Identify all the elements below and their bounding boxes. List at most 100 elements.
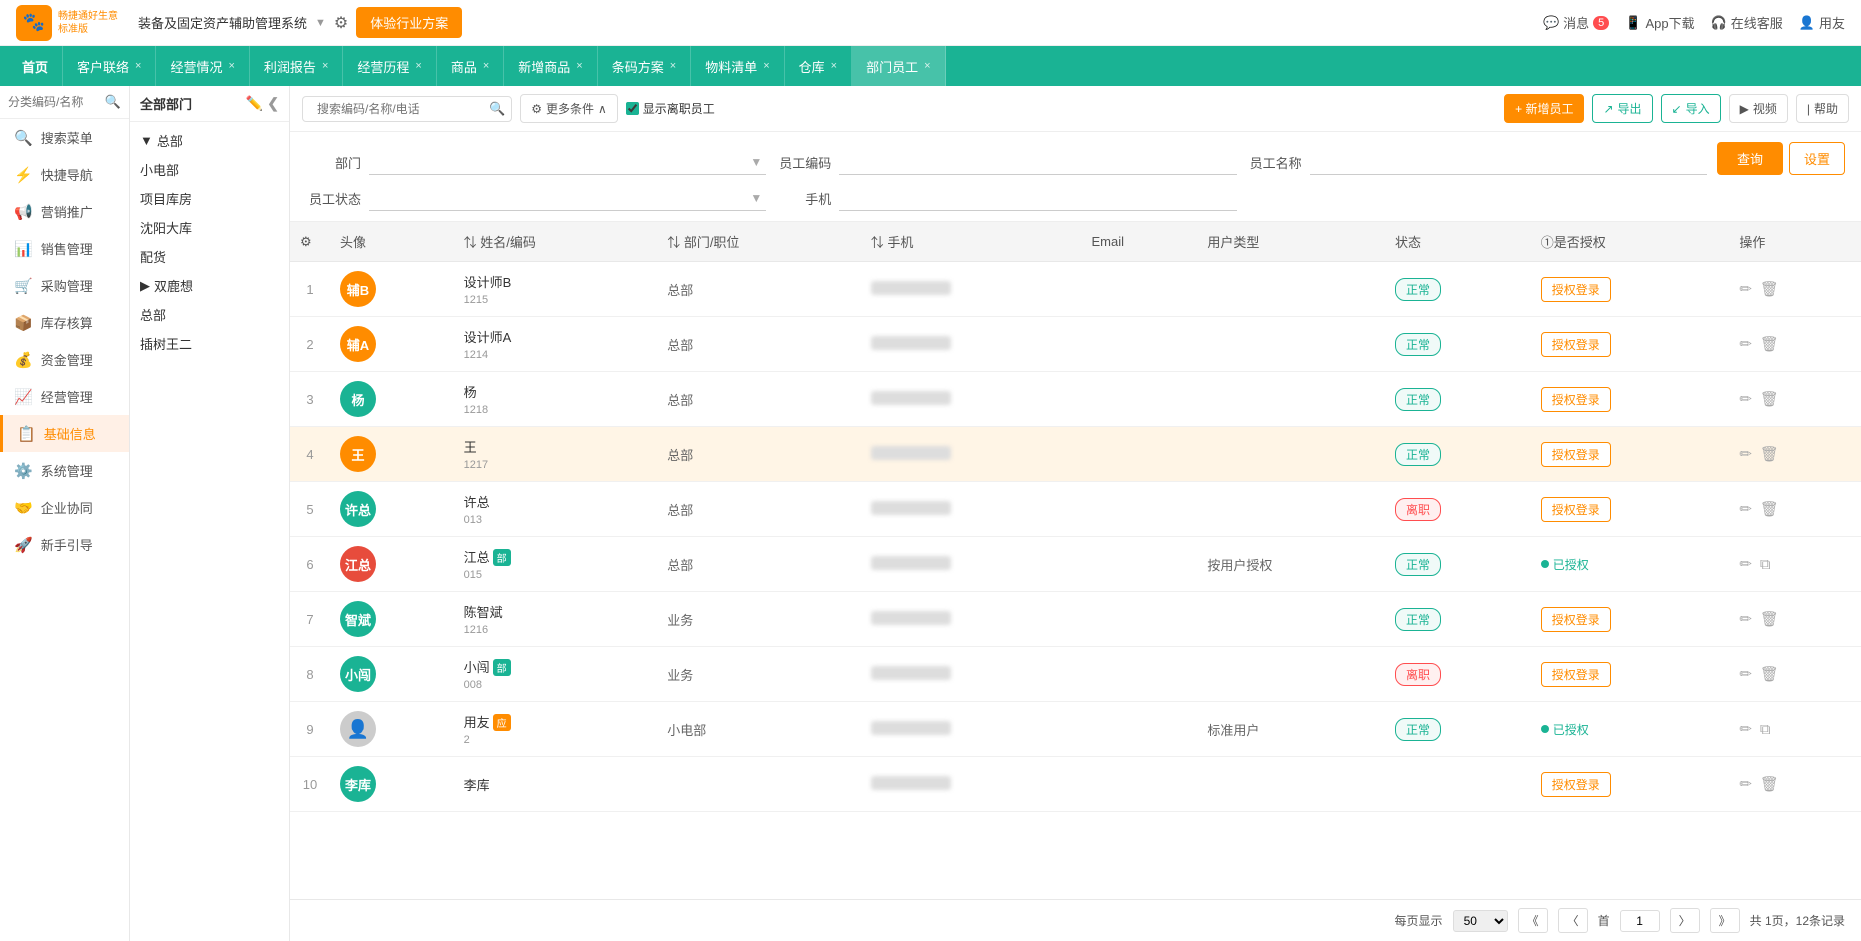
- prev-page-btn[interactable]: 〈: [1558, 908, 1588, 933]
- edit-icon[interactable]: ✏: [1739, 665, 1752, 683]
- sidebar-item-operation-mgmt[interactable]: 📈 经营管理: [0, 378, 129, 415]
- tab-warehouse[interactable]: 仓库 ×: [785, 46, 852, 86]
- delete-icon[interactable]: 🗑: [1760, 390, 1779, 408]
- dept-node-xiaodian[interactable]: 小电部: [130, 155, 289, 184]
- delete-icon[interactable]: 🗑: [1760, 335, 1779, 353]
- close-icon[interactable]: ×: [415, 60, 421, 72]
- edit-icon[interactable]: ✏: [1739, 610, 1752, 628]
- dept-node-shenyang[interactable]: 沈阳大库: [130, 213, 289, 242]
- close-icon[interactable]: ×: [135, 60, 141, 72]
- delete-icon[interactable]: 🗑: [1760, 665, 1779, 683]
- auth-login-btn[interactable]: 授权登录: [1541, 497, 1611, 522]
- app-download-btn[interactable]: 📱 App下载: [1625, 13, 1694, 32]
- filter-dept-control[interactable]: ▼: [369, 149, 766, 175]
- search-submit-icon[interactable]: 🔍: [489, 101, 505, 117]
- tab-customer[interactable]: 客户联络 ×: [63, 46, 156, 86]
- edit-icon[interactable]: ✏: [1739, 775, 1752, 793]
- dept-collapse-icon[interactable]: ❮: [267, 95, 279, 112]
- export-btn[interactable]: ↗ 导出: [1592, 94, 1652, 123]
- sidebar-item-sales[interactable]: 📊 销售管理: [0, 230, 129, 267]
- auth-login-btn[interactable]: 授权登录: [1541, 442, 1611, 467]
- col-settings[interactable]: ⚙: [290, 222, 330, 262]
- experience-btn[interactable]: 体验行业方案: [356, 7, 462, 38]
- settings-btn[interactable]: 设置: [1789, 142, 1845, 175]
- system-dropdown-arrow[interactable]: ▼: [315, 17, 326, 29]
- sidebar-item-guide[interactable]: 🚀 新手引导: [0, 526, 129, 563]
- filter-emp-code-input[interactable]: [839, 149, 1236, 175]
- sidebar-item-purchase[interactable]: 🛒 采购管理: [0, 267, 129, 304]
- filter-emp-code-control[interactable]: [839, 149, 1236, 175]
- sidebar-item-basic-info[interactable]: 📋 基础信息: [0, 415, 129, 452]
- auth-login-btn[interactable]: 授权登录: [1541, 332, 1611, 357]
- dept-node-zongbu[interactable]: 总部: [130, 300, 289, 329]
- online-service-btn[interactable]: 🎧 在线客服: [1711, 13, 1783, 32]
- dept-node-project[interactable]: 项目库房: [130, 184, 289, 213]
- tab-add-goods[interactable]: 新增商品 ×: [504, 46, 597, 86]
- filter-phone-input[interactable]: [839, 185, 1236, 211]
- close-icon[interactable]: ×: [763, 60, 769, 72]
- dept-edit-icon[interactable]: ✏️: [246, 95, 263, 112]
- close-icon[interactable]: ×: [576, 60, 582, 72]
- copy-icon[interactable]: ⧉: [1760, 721, 1771, 738]
- delete-icon[interactable]: 🗑: [1760, 610, 1779, 628]
- filter-dept-select[interactable]: [369, 149, 766, 175]
- tab-operation[interactable]: 经营情况 ×: [156, 46, 249, 86]
- sidebar-item-quick-nav[interactable]: ⚡ 快捷导航: [0, 156, 129, 193]
- help-btn[interactable]: | 帮助: [1796, 94, 1849, 123]
- first-page-btn[interactable]: 《: [1518, 908, 1548, 933]
- gear-icon[interactable]: ⚙: [334, 13, 348, 33]
- col-dept[interactable]: ⇅ 部门/职位: [657, 222, 861, 262]
- sidebar-item-collab[interactable]: 🤝 企业协同: [0, 489, 129, 526]
- dept-node-peihuo[interactable]: 配货: [130, 242, 289, 271]
- next-page-btn[interactable]: 〉: [1670, 908, 1700, 933]
- user-avatar[interactable]: 👤 用友: [1799, 13, 1845, 32]
- edit-icon[interactable]: ✏: [1739, 500, 1752, 518]
- filter-emp-name-input[interactable]: [1310, 149, 1707, 175]
- sidebar-item-inventory[interactable]: 📦 库存核算: [0, 304, 129, 341]
- edit-icon[interactable]: ✏: [1739, 390, 1752, 408]
- edit-icon[interactable]: ✏: [1739, 555, 1752, 573]
- search-input[interactable]: [8, 95, 105, 109]
- edit-icon[interactable]: ✏: [1739, 280, 1752, 298]
- more-conditions-btn[interactable]: ⚙ 更多条件 ∧: [520, 94, 618, 123]
- col-name[interactable]: ⇅ 姓名/编码: [454, 222, 658, 262]
- delete-icon[interactable]: 🗑: [1760, 445, 1779, 463]
- dept-node-shuanglu[interactable]: ▶ 双鹿想: [130, 271, 289, 300]
- tab-barcode[interactable]: 条码方案 ×: [598, 46, 691, 86]
- import-btn[interactable]: ↙ 导入: [1661, 94, 1721, 123]
- delete-icon[interactable]: 🗑: [1760, 280, 1779, 298]
- filter-status-control[interactable]: ▼: [369, 185, 766, 211]
- tab-history[interactable]: 经营历程 ×: [343, 46, 436, 86]
- sidebar-item-system[interactable]: ⚙️ 系统管理: [0, 452, 129, 489]
- search-input[interactable]: [309, 97, 489, 121]
- close-icon[interactable]: ×: [831, 60, 837, 72]
- edit-icon[interactable]: ✏: [1739, 720, 1752, 738]
- tab-home[interactable]: 首页: [8, 46, 63, 86]
- auth-login-btn[interactable]: 授权登录: [1541, 607, 1611, 632]
- dept-node-general[interactable]: ▼ 总部: [130, 126, 289, 155]
- page-input[interactable]: [1620, 910, 1660, 932]
- close-icon[interactable]: ×: [228, 60, 234, 72]
- auth-login-btn[interactable]: 授权登录: [1541, 772, 1611, 797]
- edit-icon[interactable]: ✏: [1739, 445, 1752, 463]
- delete-icon[interactable]: 🗑: [1760, 500, 1779, 518]
- filter-emp-name-control[interactable]: [1310, 149, 1707, 175]
- add-employee-btn[interactable]: + 新增员工: [1504, 94, 1584, 123]
- copy-icon[interactable]: ⧉: [1760, 556, 1771, 573]
- dept-node-chashuwang[interactable]: 插树王二: [130, 329, 289, 358]
- col-phone[interactable]: ⇅ 手机: [861, 222, 1082, 262]
- edit-icon[interactable]: ✏: [1739, 335, 1752, 353]
- sidebar-search[interactable]: 🔍: [0, 86, 129, 119]
- filter-phone-control[interactable]: [839, 185, 1236, 211]
- last-page-btn[interactable]: 》: [1710, 908, 1740, 933]
- tab-department[interactable]: 部门员工 ×: [852, 46, 945, 86]
- sidebar-item-search[interactable]: 🔍 搜索菜单: [0, 119, 129, 156]
- auth-login-btn[interactable]: 授权登录: [1541, 662, 1611, 687]
- tab-profit[interactable]: 利润报告 ×: [250, 46, 343, 86]
- auth-login-btn[interactable]: 授权登录: [1541, 277, 1611, 302]
- close-icon[interactable]: ×: [924, 60, 930, 72]
- filter-status-select[interactable]: [369, 185, 766, 211]
- tab-goods[interactable]: 商品 ×: [437, 46, 504, 86]
- auth-login-btn[interactable]: 授权登录: [1541, 387, 1611, 412]
- sidebar-item-marketing[interactable]: 📢 营销推广: [0, 193, 129, 230]
